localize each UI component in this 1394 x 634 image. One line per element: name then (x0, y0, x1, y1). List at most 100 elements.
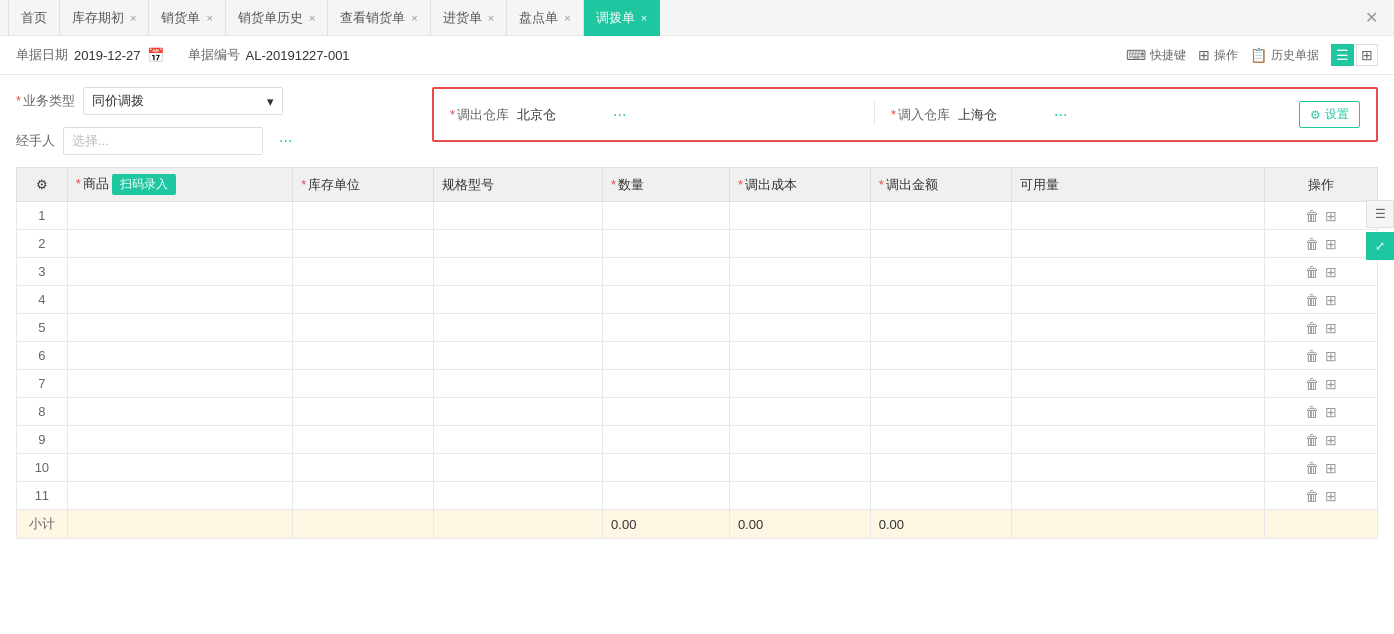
handler-select[interactable]: 选择... (63, 127, 263, 155)
source-warehouse-more-icon[interactable]: ··· (613, 106, 626, 124)
row-product[interactable] (67, 342, 292, 370)
copy-icon[interactable]: ⊞ (1325, 460, 1337, 476)
table-scroll-area[interactable]: ⚙ *商品 扫码录入 *库存单位 规格型号 *数量 *调出成本 *调出金额 可用… (16, 167, 1378, 539)
row-cost[interactable] (729, 370, 870, 398)
float-list-icon[interactable]: ☰ (1366, 200, 1394, 228)
tab-purchase[interactable]: 进货单 × (431, 0, 507, 36)
row-product[interactable] (67, 398, 292, 426)
row-action: 🗑 ⊞ (1265, 454, 1378, 482)
row-qty[interactable] (603, 286, 730, 314)
copy-icon[interactable]: ⊞ (1325, 376, 1337, 392)
delete-icon[interactable]: 🗑 (1305, 376, 1319, 392)
row-available (1011, 230, 1265, 258)
row-product[interactable] (67, 426, 292, 454)
copy-icon[interactable]: ⊞ (1325, 292, 1337, 308)
scan-input-button[interactable]: 扫码录入 (112, 174, 176, 195)
row-product[interactable] (67, 258, 292, 286)
date-field: 单据日期 2019-12-27 📅 (16, 46, 164, 64)
row-qty[interactable] (603, 342, 730, 370)
delete-icon[interactable]: 🗑 (1305, 236, 1319, 252)
copy-icon[interactable]: ⊞ (1325, 264, 1337, 280)
delete-icon[interactable]: 🗑 (1305, 292, 1319, 308)
close-tab-transfer[interactable]: × (641, 12, 647, 24)
row-product[interactable] (67, 202, 292, 230)
copy-icon[interactable]: ⊞ (1325, 488, 1337, 504)
subtotal-amount: 0.00 (870, 510, 1011, 539)
copy-icon[interactable]: ⊞ (1325, 208, 1337, 224)
view-grid-button[interactable]: ⊞ (1356, 44, 1378, 66)
row-qty[interactable] (603, 370, 730, 398)
row-qty[interactable] (603, 314, 730, 342)
row-qty[interactable] (603, 426, 730, 454)
copy-icon[interactable]: ⊞ (1325, 404, 1337, 420)
code-field: 单据编号 AL-20191227-001 (188, 46, 350, 64)
copy-icon[interactable]: ⊞ (1325, 320, 1337, 336)
row-cost[interactable] (729, 286, 870, 314)
row-cost[interactable] (729, 258, 870, 286)
row-product[interactable] (67, 370, 292, 398)
tab-transfer[interactable]: 调拨单 × (584, 0, 660, 36)
row-cost[interactable] (729, 398, 870, 426)
toolbar-right-actions: ⌨ 快捷键 ⊞ 操作 📋 历史单据 ☰ ⊞ (1126, 44, 1378, 66)
row-unit (293, 426, 434, 454)
row-cost[interactable] (729, 342, 870, 370)
row-num: 2 (17, 230, 68, 258)
row-product[interactable] (67, 286, 292, 314)
operations-button[interactable]: ⊞ 操作 (1198, 47, 1238, 64)
tab-stocktake[interactable]: 盘点单 × (507, 0, 583, 36)
delete-icon[interactable]: 🗑 (1305, 460, 1319, 476)
row-cost[interactable] (729, 454, 870, 482)
tab-inventory-init[interactable]: 库存期初 × (60, 0, 149, 36)
copy-icon[interactable]: ⊞ (1325, 432, 1337, 448)
row-qty[interactable] (603, 398, 730, 426)
float-expand-icon[interactable]: ⤢ (1366, 232, 1394, 260)
tab-home[interactable]: 首页 (8, 0, 60, 36)
shortcuts-button[interactable]: ⌨ 快捷键 (1126, 47, 1186, 64)
close-tab-sales-order[interactable]: × (206, 12, 212, 24)
delete-icon[interactable]: 🗑 (1305, 432, 1319, 448)
tab-view-sales[interactable]: 查看销货单 × (328, 0, 430, 36)
tab-sales-history[interactable]: 销货单历史 × (226, 0, 328, 36)
target-warehouse-more-icon[interactable]: ··· (1054, 106, 1067, 124)
tab-bar: 首页 库存期初 × 销货单 × 销货单历史 × 查看销货单 × 进货单 × 盘点… (0, 0, 1394, 36)
row-cost[interactable] (729, 314, 870, 342)
row-qty[interactable] (603, 258, 730, 286)
row-qty[interactable] (603, 230, 730, 258)
history-button[interactable]: 📋 历史单据 (1250, 47, 1319, 64)
row-cost[interactable] (729, 202, 870, 230)
form-section: *业务类型 同价调拨 ▾ 经手人 选择... ··· *调出仓库 北京仓 ··· (0, 75, 1394, 167)
row-num: 1 (17, 202, 68, 230)
delete-icon[interactable]: 🗑 (1305, 208, 1319, 224)
copy-icon[interactable]: ⊞ (1325, 236, 1337, 252)
delete-icon[interactable]: 🗑 (1305, 404, 1319, 420)
row-num: 5 (17, 314, 68, 342)
close-tab-inventory-init[interactable]: × (130, 12, 136, 24)
close-tab-view-sales[interactable]: × (411, 12, 417, 24)
copy-icon[interactable]: ⊞ (1325, 348, 1337, 364)
row-product[interactable] (67, 314, 292, 342)
row-cost[interactable] (729, 230, 870, 258)
tab-sales-order[interactable]: 销货单 × (149, 0, 225, 36)
row-qty[interactable] (603, 454, 730, 482)
row-cost[interactable] (729, 426, 870, 454)
delete-icon[interactable]: 🗑 (1305, 320, 1319, 336)
calendar-icon[interactable]: 📅 (147, 47, 164, 63)
column-settings-icon[interactable]: ⚙ (17, 168, 68, 202)
window-close-button[interactable]: ✕ (1357, 8, 1386, 27)
row-unit (293, 230, 434, 258)
view-list-button[interactable]: ☰ (1331, 44, 1354, 66)
settings-button[interactable]: ⚙ 设置 (1299, 101, 1360, 128)
delete-icon[interactable]: 🗑 (1305, 264, 1319, 280)
row-product[interactable] (67, 454, 292, 482)
row-product[interactable] (67, 230, 292, 258)
business-type-select[interactable]: 同价调拨 ▾ (83, 87, 283, 115)
close-tab-sales-history[interactable]: × (309, 12, 315, 24)
warehouse-divider (874, 101, 875, 125)
close-tab-purchase[interactable]: × (488, 12, 494, 24)
handler-more-icon[interactable]: ··· (279, 132, 292, 150)
close-tab-stocktake[interactable]: × (564, 12, 570, 24)
delete-icon[interactable]: 🗑 (1305, 488, 1319, 504)
delete-icon[interactable]: 🗑 (1305, 348, 1319, 364)
row-qty[interactable] (603, 202, 730, 230)
row-unit (293, 286, 434, 314)
